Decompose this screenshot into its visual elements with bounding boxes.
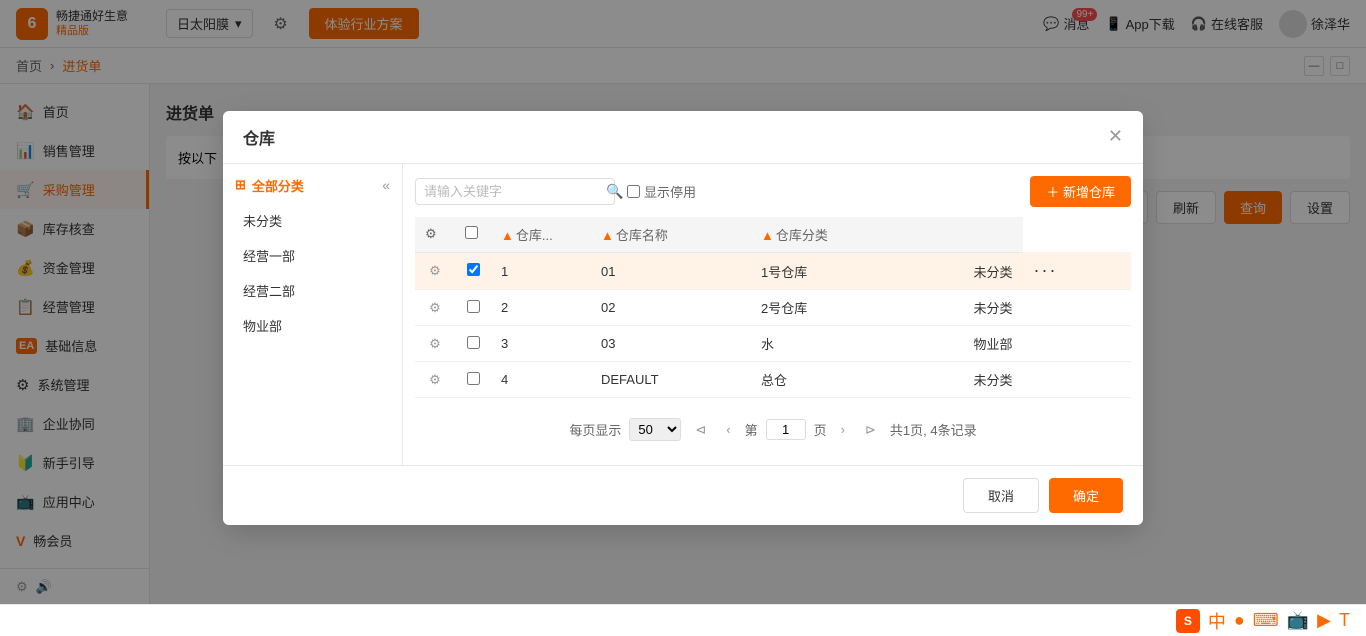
row-checkbox-cell[interactable] — [455, 326, 491, 362]
row-name: 水 — [751, 326, 963, 362]
table-row[interactable]: ⚙ 4 DEFAULT 总仓 未分类 — [415, 362, 1131, 398]
last-page-button[interactable]: ⊳ — [859, 420, 882, 440]
row-number: 4 — [491, 362, 591, 398]
cancel-button[interactable]: 取消 — [963, 478, 1039, 513]
row-gear[interactable]: ⚙ — [415, 326, 455, 362]
confirm-button[interactable]: 确定 — [1049, 478, 1123, 513]
row-gear[interactable]: ⚙ — [415, 290, 455, 326]
search-input[interactable] — [424, 184, 600, 199]
table-toolbar: 🔍 显示停用 ＋ 新增仓库 — [415, 176, 1131, 207]
total-info: 共1页, 4条记录 — [890, 420, 977, 439]
search-box: 🔍 — [415, 178, 615, 205]
warehouse-table: ⚙ ▲仓库... ▲仓库名称 ▲仓库分类 — [415, 217, 1131, 399]
warehouse-modal: 仓库 ✕ ⊞ 全部分类 « 未分类 经营一部 经营二部 物业部 — [223, 111, 1143, 526]
row-code: 01 — [591, 252, 751, 290]
page-unit-label: 页 — [814, 420, 827, 439]
table-row[interactable]: ⚙ 3 03 水 物业部 — [415, 326, 1131, 362]
row-name: 总仓 — [751, 362, 963, 398]
modal-title: 仓库 — [243, 125, 275, 149]
row-category: 未分类 — [963, 290, 1023, 326]
per-page-select[interactable]: 50 100 200 — [629, 418, 681, 441]
category-panel: ⊞ 全部分类 « 未分类 经营一部 经营二部 物业部 — [223, 164, 403, 466]
col-header-category: ▲仓库分类 — [751, 217, 963, 253]
modal-close-button[interactable]: ✕ — [1108, 126, 1123, 147]
row-name: 1号仓库 — [751, 252, 963, 290]
row-code: 02 — [591, 290, 751, 326]
row-gear[interactable]: ⚙ — [415, 252, 455, 290]
row-number: 3 — [491, 326, 591, 362]
status-icon-keyboard[interactable]: ⌨ — [1253, 610, 1279, 631]
category-all-label: 全部分类 — [252, 176, 304, 195]
sort-icon-category: ▲ — [761, 228, 774, 243]
row-code: 03 — [591, 326, 751, 362]
col-header-code: ▲仓库... — [491, 217, 591, 253]
row-checkbox-cell[interactable] — [455, 290, 491, 326]
row-checkbox[interactable] — [467, 336, 480, 349]
row-actions[interactable] — [1023, 290, 1131, 326]
status-icon-t[interactable]: T — [1339, 610, 1350, 631]
category-header: ⊞ 全部分类 « — [223, 176, 402, 203]
row-number: 1 — [491, 252, 591, 290]
show-disabled-label: 显示停用 — [644, 182, 696, 201]
row-category: 未分类 — [963, 362, 1023, 398]
modal-footer: 取消 确定 — [223, 465, 1143, 525]
row-actions[interactable] — [1023, 326, 1131, 362]
category-all-icon: ⊞ — [235, 177, 246, 193]
search-icon[interactable]: 🔍 — [606, 183, 623, 200]
page-label: 第 — [745, 420, 758, 439]
table-panel: 🔍 显示停用 ＋ 新增仓库 ⚙ — [403, 164, 1143, 466]
row-category: 未分类 — [963, 252, 1023, 290]
col-header-name: ▲仓库名称 — [591, 217, 751, 253]
col-header-actions — [963, 217, 1023, 253]
category-item-property[interactable]: 物业部 — [223, 308, 402, 343]
row-actions[interactable]: ··· — [1023, 252, 1131, 290]
col-header-gear[interactable]: ⚙ — [415, 217, 455, 253]
add-warehouse-button[interactable]: ＋ 新增仓库 — [1030, 176, 1131, 207]
modal-overlay: 仓库 ✕ ⊞ 全部分类 « 未分类 经营一部 经营二部 物业部 — [0, 0, 1366, 636]
page-number-input[interactable] — [766, 419, 806, 440]
category-item-unclassified[interactable]: 未分类 — [223, 203, 402, 238]
category-collapse-button[interactable]: « — [382, 177, 390, 193]
status-icon-dot[interactable]: ● — [1234, 610, 1245, 631]
sort-icon-name: ▲ — [601, 228, 614, 243]
row-number: 2 — [491, 290, 591, 326]
status-icon-tv[interactable]: 📺 — [1287, 610, 1309, 631]
category-item-op1[interactable]: 经营一部 — [223, 238, 402, 273]
row-name: 2号仓库 — [751, 290, 963, 326]
row-category: 物业部 — [963, 326, 1023, 362]
row-gear[interactable]: ⚙ — [415, 362, 455, 398]
row-checkbox-cell[interactable] — [455, 362, 491, 398]
sort-icon-code: ▲ — [501, 228, 514, 243]
row-checkbox[interactable] — [467, 263, 480, 276]
col-header-checkbox[interactable] — [455, 217, 491, 253]
first-page-button[interactable]: ⊲ — [689, 420, 712, 440]
prev-page-button[interactable]: ‹ — [720, 420, 736, 439]
status-icon-zh[interactable]: 中 — [1208, 608, 1226, 634]
row-checkbox[interactable] — [467, 300, 480, 313]
pagination: 每页显示 50 100 200 ⊲ ‹ 第 页 › ⊳ 共1页, 4条记录 — [415, 406, 1131, 453]
next-page-button[interactable]: › — [835, 420, 851, 439]
row-checkbox-cell[interactable] — [455, 252, 491, 290]
table-row[interactable]: ⚙ 2 02 2号仓库 未分类 — [415, 290, 1131, 326]
status-logo: S — [1176, 609, 1200, 633]
row-actions[interactable] — [1023, 362, 1131, 398]
show-disabled-option[interactable]: 显示停用 — [627, 182, 696, 201]
status-icon-play[interactable]: ▶ — [1317, 610, 1331, 631]
modal-header: 仓库 ✕ — [223, 111, 1143, 164]
show-disabled-checkbox[interactable] — [627, 185, 640, 198]
category-item-op2[interactable]: 经营二部 — [223, 273, 402, 308]
category-all[interactable]: ⊞ 全部分类 — [235, 176, 304, 195]
table-row[interactable]: ⚙ 1 01 1号仓库 未分类 ··· — [415, 252, 1131, 290]
row-checkbox[interactable] — [467, 372, 480, 385]
row-code: DEFAULT — [591, 362, 751, 398]
select-all-checkbox[interactable] — [465, 226, 478, 239]
per-page-label: 每页显示 — [569, 420, 621, 439]
modal-body: ⊞ 全部分类 « 未分类 经营一部 经营二部 物业部 🔍 — [223, 164, 1143, 466]
status-bar: S 中 ● ⌨ 📺 ▶ T — [0, 604, 1366, 636]
